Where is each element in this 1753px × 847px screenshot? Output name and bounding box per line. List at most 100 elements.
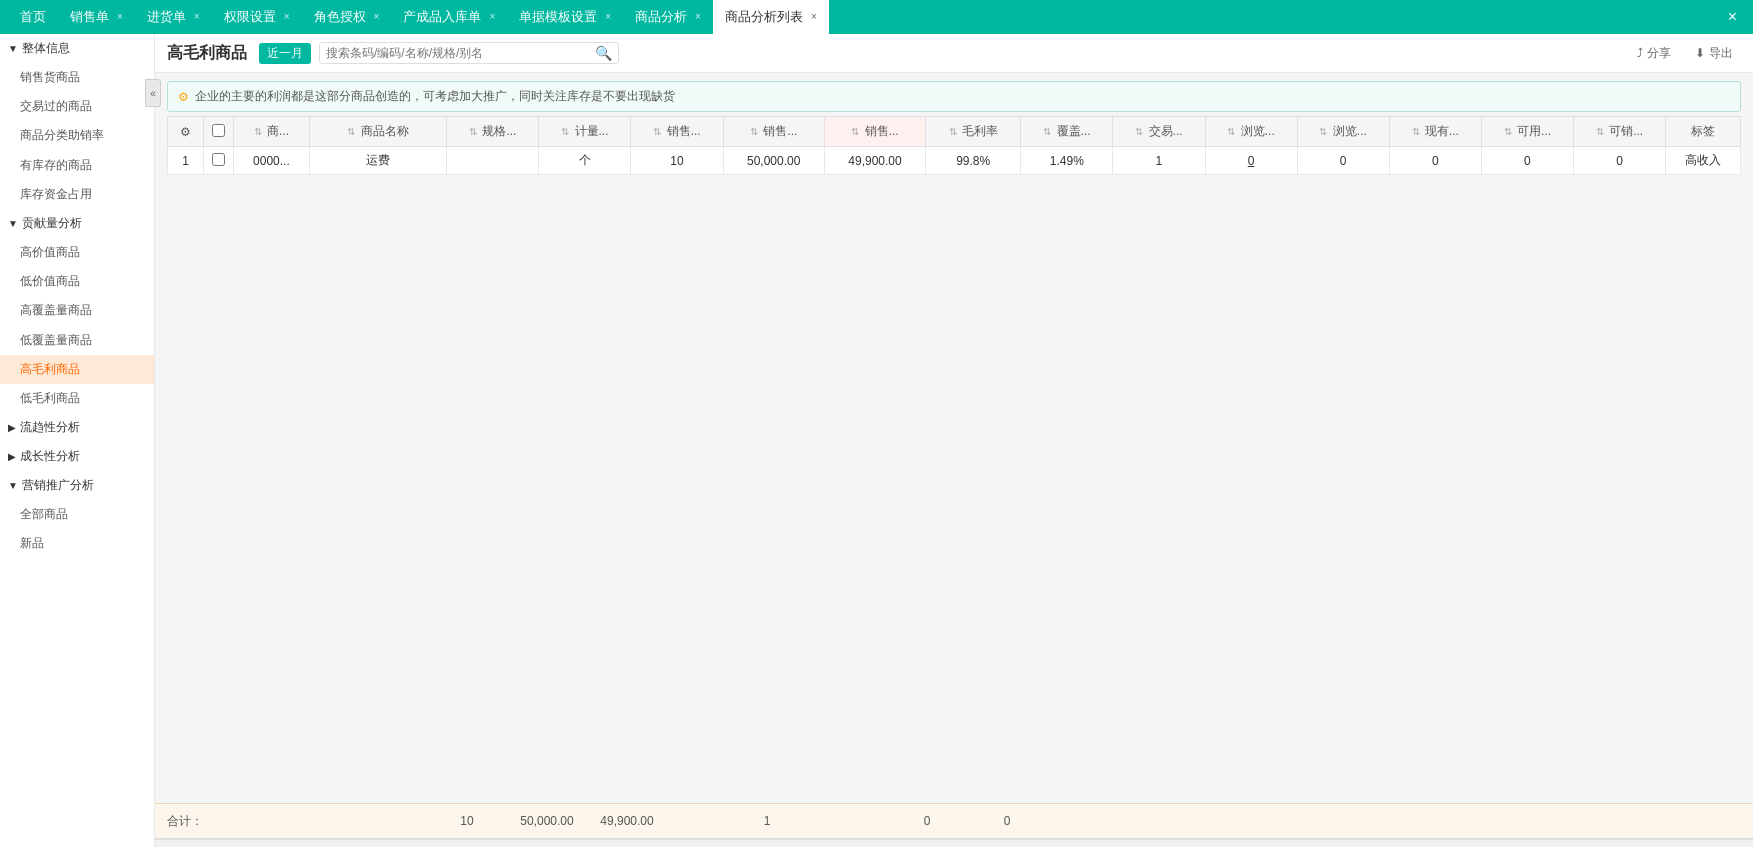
th-sale-amt[interactable]: ⇅ 销售... (723, 117, 824, 147)
close-template[interactable]: × (605, 0, 611, 34)
bottom-scrollbar[interactable] (155, 839, 1753, 847)
sort-saleable-icon: ⇅ (1596, 126, 1604, 137)
th-spec[interactable]: ⇅ 规格... (447, 117, 539, 147)
th-unit[interactable]: ⇅ 计量... (539, 117, 631, 147)
footer-available: 0 (967, 814, 1047, 828)
date-filter-btn[interactable]: 近一月 (259, 43, 311, 64)
sidebar-section-trend[interactable]: ▶ 流趋性分析 (0, 413, 154, 442)
notice-icon: ⚙ (178, 90, 189, 104)
close-product-stock[interactable]: × (489, 0, 495, 34)
cell-index: 1 (168, 147, 204, 175)
sort-browse2-icon: ⇅ (1319, 126, 1327, 137)
nav-goods-analysis-list[interactable]: 商品分析列表 × (713, 0, 829, 34)
sidebar-item-high-value[interactable]: 高价值商品 (0, 238, 154, 267)
table-wrapper: ⚙ ⇅ 商... ⇅ 商品名称 (167, 116, 1741, 803)
sidebar-section-growth[interactable]: ▶ 成长性分析 (0, 442, 154, 471)
arrow-growth: ▶ (8, 451, 16, 462)
sidebar-item-low-value[interactable]: 低价值商品 (0, 267, 154, 296)
search-icon[interactable]: 🔍 (595, 45, 612, 61)
nav-template[interactable]: 单据模板设置 × (507, 0, 623, 34)
th-saleable[interactable]: ⇅ 可销... (1573, 117, 1665, 147)
th-tag[interactable]: 标签 (1666, 117, 1741, 147)
sidebar-section-contribution[interactable]: ▼ 贡献量分析 (0, 209, 154, 238)
sidebar-item-category-sales[interactable]: 商品分类助销率 (0, 121, 154, 150)
sidebar-collapse-btn[interactable]: « (145, 79, 161, 107)
nav-permission[interactable]: 权限设置 × (212, 0, 302, 34)
close-role[interactable]: × (374, 0, 380, 34)
cell-transaction: 1 (1113, 147, 1205, 175)
sidebar-item-traded-goods[interactable]: 交易过的商品 (0, 92, 154, 121)
close-permission[interactable]: × (284, 0, 290, 34)
content-area: 高毛利商品 近一月 🔍 ⤴ 分享 ⬇ 导出 ⚙ 企业的主要的利润都是这部分商品创… (155, 34, 1753, 847)
sidebar-section-marketing[interactable]: ▼ 营销推广分析 (0, 471, 154, 500)
cell-current: 0 (1389, 147, 1481, 175)
sidebar-item-in-stock[interactable]: 有库存的商品 (0, 151, 154, 180)
nav-product-stock[interactable]: 产成品入库单 × (391, 0, 507, 34)
row-checkbox[interactable] (212, 153, 225, 166)
sort-transaction-icon: ⇅ (1135, 126, 1143, 137)
sort-saleqty-icon: ⇅ (653, 126, 661, 137)
nav-role[interactable]: 角色授权 × (302, 0, 392, 34)
footer-current: 0 (887, 814, 967, 828)
th-coverage[interactable]: ⇅ 覆盖... (1021, 117, 1113, 147)
sidebar-item-sales-goods[interactable]: 销售货商品 (0, 63, 154, 92)
page-title: 高毛利商品 (167, 43, 247, 64)
close-purchase[interactable]: × (194, 0, 200, 34)
content-header: 高毛利商品 近一月 🔍 ⤴ 分享 ⬇ 导出 (155, 34, 1753, 73)
sidebar-item-stock-capital[interactable]: 库存资金占用 (0, 180, 154, 209)
nav-purchase[interactable]: 进货单 × (135, 0, 212, 34)
th-checkbox[interactable] (204, 117, 234, 147)
sidebar-item-high-margin[interactable]: 高毛利商品 (0, 355, 154, 384)
arrow-marketing: ▼ (8, 480, 18, 491)
close-sales[interactable]: × (117, 0, 123, 34)
th-transaction[interactable]: ⇅ 交易... (1113, 117, 1205, 147)
export-icon: ⬇ (1695, 46, 1705, 60)
th-sale-profit[interactable]: ⇅ 销售... (824, 117, 925, 147)
sidebar-section-overall[interactable]: ▼ 整体信息 (0, 34, 154, 63)
share-button[interactable]: ⤴ 分享 (1629, 43, 1679, 64)
sidebar-item-high-coverage[interactable]: 高覆盖量商品 (0, 296, 154, 325)
cell-checkbox[interactable] (204, 147, 234, 175)
sort-current-icon: ⇅ (1412, 126, 1420, 137)
sidebar-item-all-goods[interactable]: 全部商品 (0, 500, 154, 529)
th-current[interactable]: ⇅ 现有... (1389, 117, 1481, 147)
th-name[interactable]: ⇅ 商品名称 (309, 117, 446, 147)
cell-code: 0000... (234, 147, 310, 175)
th-settings[interactable]: ⚙ (168, 117, 204, 147)
top-navigation: 首页 销售单 × 进货单 × 权限设置 × 角色授权 × 产成品入库单 × 单据… (0, 0, 1753, 34)
sort-unit-icon: ⇅ (561, 126, 569, 137)
cell-unit: 个 (539, 147, 631, 175)
table-body: 1 0000... 运费 个 10 50,000.00 49,900.00 99… (168, 147, 1741, 175)
close-all-tabs[interactable]: × (1720, 8, 1745, 26)
footer-spacer1 (227, 814, 427, 828)
cell-tag: 高收入 (1666, 147, 1741, 175)
select-all-checkbox[interactable] (212, 124, 225, 137)
nav-home[interactable]: 首页 (8, 0, 58, 34)
cell-spec (447, 147, 539, 175)
sidebar-item-new-goods[interactable]: 新品 (0, 529, 154, 558)
search-input[interactable] (326, 46, 595, 60)
settings-icon[interactable]: ⚙ (180, 125, 191, 139)
data-table: ⚙ ⇅ 商... ⇅ 商品名称 (167, 116, 1741, 175)
sidebar: ▼ 整体信息 销售货商品 交易过的商品 商品分类助销率 有库存的商品 库存资金占… (0, 34, 155, 847)
cell-browse2: 0 (1297, 147, 1389, 175)
close-goods-analysis-list[interactable]: × (811, 0, 817, 34)
sort-code-icon: ⇅ (254, 126, 262, 137)
th-sale-qty[interactable]: ⇅ 销售... (631, 117, 723, 147)
sort-coverage-icon: ⇅ (1043, 126, 1051, 137)
th-code[interactable]: ⇅ 商... (234, 117, 310, 147)
footer-totals: 合计： 10 50,000.00 49,900.00 1 0 0 (155, 803, 1753, 839)
export-button[interactable]: ⬇ 导出 (1687, 43, 1741, 64)
th-browse1[interactable]: ⇅ 浏览... (1205, 117, 1297, 147)
nav-goods-analysis[interactable]: 商品分析 × (623, 0, 713, 34)
th-browse2[interactable]: ⇅ 浏览... (1297, 117, 1389, 147)
arrow-overall: ▼ (8, 43, 18, 54)
cell-browse1[interactable]: 0 (1205, 147, 1297, 175)
th-available[interactable]: ⇅ 可用... (1481, 117, 1573, 147)
footer-label: 合计： (167, 813, 227, 830)
close-goods-analysis[interactable]: × (695, 0, 701, 34)
th-gross-rate[interactable]: ⇅ 毛利率 (926, 117, 1021, 147)
sidebar-item-low-coverage[interactable]: 低覆盖量商品 (0, 326, 154, 355)
sidebar-item-low-margin[interactable]: 低毛利商品 (0, 384, 154, 413)
nav-sales[interactable]: 销售单 × (58, 0, 135, 34)
